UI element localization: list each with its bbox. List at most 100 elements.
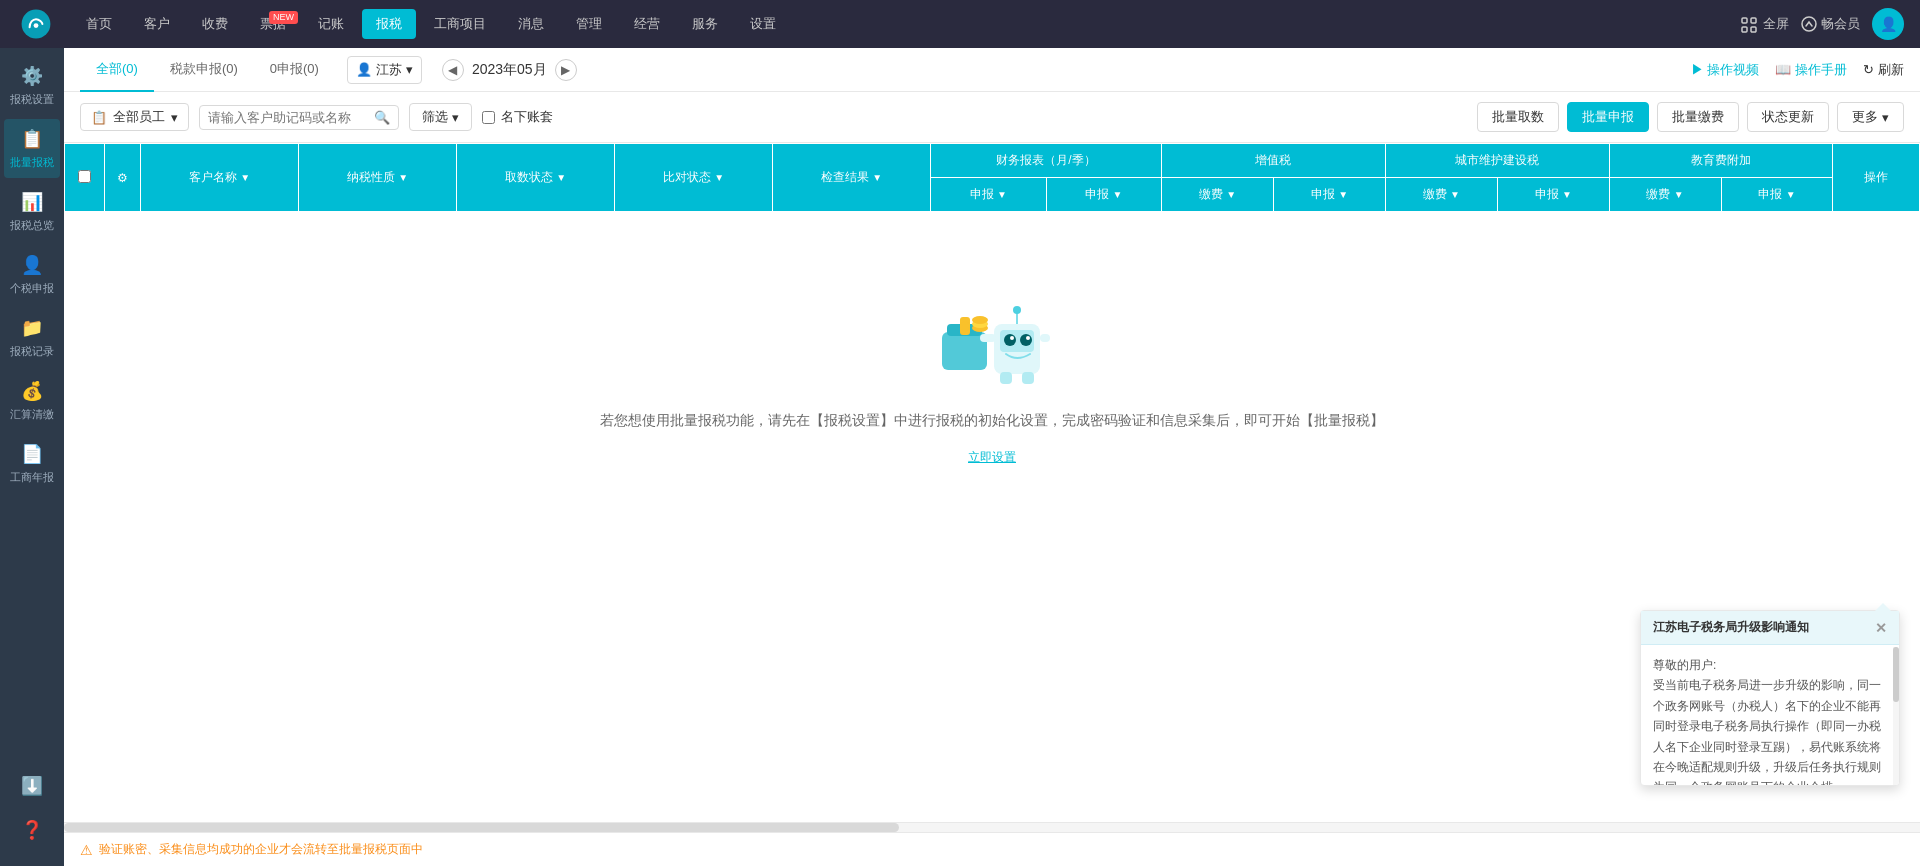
sidebar-item-batch-tax[interactable]: 📋 批量报税 (4, 119, 60, 178)
operation-video-link[interactable]: ▶ 操作视频 (1691, 61, 1760, 79)
svg-point-18 (1010, 336, 1014, 340)
nav-management[interactable]: 管理 (562, 9, 616, 39)
empty-state: 若您想使用批量报税功能，请先在【报税设置】中进行报税的初始化设置，完成密码验证和… (65, 212, 1920, 526)
sidebar-item-annual-report[interactable]: 📄 工商年报 (4, 434, 60, 493)
nav-settings[interactable]: 设置 (736, 9, 790, 39)
th-urban-tax[interactable]: 申报 ▼ (1497, 178, 1609, 212)
tab-all[interactable]: 全部(0) (80, 48, 154, 92)
svg-point-16 (1004, 334, 1016, 346)
operation-manual-link[interactable]: 📖 操作手册 (1775, 61, 1847, 79)
employee-selector[interactable]: 📋 全部员工 ▾ (80, 103, 189, 131)
nav-billing[interactable]: 收费 (188, 9, 242, 39)
sidebar-bottom: ⬇️ ❓ (4, 766, 60, 866)
th-checkbox[interactable] (65, 144, 105, 212)
sidebar-item-tax-records[interactable]: 📁 报税记录 (4, 308, 60, 367)
month-navigation: ◀ 2023年05月 ▶ (442, 59, 577, 81)
empty-state-text: 若您想使用批量报税功能，请先在【报税设置】中进行报税的初始化设置，完成密码验证和… (600, 408, 1384, 433)
th-vat-sub[interactable]: 缴费 ▼ (1162, 178, 1274, 212)
th-financial-report: 财务报表（月/季） (930, 144, 1161, 178)
nav-tax[interactable]: 报税 (362, 9, 416, 39)
province-icon: 👤 (356, 62, 372, 77)
user-avatar[interactable]: 👤 (1872, 8, 1904, 40)
nav-customer[interactable]: 客户 (130, 9, 184, 39)
svg-point-19 (1026, 336, 1030, 340)
nav-home[interactable]: 首页 (72, 9, 126, 39)
sidebar-item-download[interactable]: ⬇️ (4, 766, 60, 806)
svg-rect-24 (1000, 372, 1012, 384)
th-check-result[interactable]: 检查结果 ▼ (772, 144, 930, 212)
account-checkbox-label[interactable]: 名下账套 (482, 108, 553, 126)
setup-link[interactable]: 立即设置 (968, 449, 1016, 466)
th-taxpayer-type[interactable]: 纳税性质 ▼ (298, 144, 456, 212)
fullscreen-btn[interactable]: 全屏 (1741, 15, 1789, 33)
th-vat-tax[interactable]: 申报 ▼ (1273, 178, 1385, 212)
svg-rect-25 (1022, 372, 1034, 384)
nav-business[interactable]: 工商项目 (420, 9, 500, 39)
next-month-button[interactable]: ▶ (555, 59, 577, 81)
province-selector[interactable]: 👤 江苏 ▾ (347, 56, 422, 84)
horizontal-scrollbar[interactable] (64, 822, 1920, 832)
batch-submit-button[interactable]: 批量申报 (1567, 102, 1649, 132)
sidebar-item-personal-tax[interactable]: 👤 个税申报 (4, 245, 60, 304)
filter-icon: ▼ (1450, 189, 1460, 200)
notification-title: 江苏电子税务局升级影响通知 (1653, 619, 1809, 636)
nav-service[interactable]: 服务 (678, 9, 732, 39)
nav-accounting[interactable]: 记账 (304, 9, 358, 39)
nav-right: 全屏 畅会员 👤 (1741, 8, 1904, 40)
sidebar-item-help[interactable]: ❓ (4, 810, 60, 850)
tabs-actions: ▶ 操作视频 📖 操作手册 ↻ 刷新 (1691, 61, 1904, 79)
tab-zero-return[interactable]: 0申报(0) (254, 48, 335, 92)
tab-tax-return[interactable]: 税款申报(0) (154, 48, 254, 92)
settlement-icon: 💰 (20, 379, 44, 403)
svg-rect-3 (1751, 18, 1756, 23)
status-update-button[interactable]: 状态更新 (1747, 102, 1829, 132)
th-fin-report-sub[interactable]: 申报 ▼ (930, 178, 1046, 212)
nav-operation[interactable]: 经营 (620, 9, 674, 39)
member-btn[interactable]: 畅会员 (1801, 15, 1860, 33)
notification-body[interactable]: 尊敬的用户: 受当前电子税务局进一步升级的影响，同一个政务网账号（办税人）名下的… (1641, 645, 1899, 785)
sidebar-item-settlement[interactable]: 💰 汇算清缴 (4, 371, 60, 430)
filter-icon: ▼ (556, 172, 566, 183)
popup-scroll-thumb[interactable] (1893, 647, 1899, 702)
batch-pay-button[interactable]: 批量缴费 (1657, 102, 1739, 132)
search-icon[interactable]: 🔍 (374, 110, 390, 125)
th-edu-tax[interactable]: 申报 ▼ (1721, 178, 1833, 212)
svg-point-21 (1013, 306, 1021, 314)
refresh-button[interactable]: ↻ 刷新 (1863, 61, 1904, 79)
svg-point-10 (960, 321, 970, 331)
filter-icon: ▼ (872, 172, 882, 183)
th-urban-construction: 城市维护建设税 (1385, 144, 1609, 178)
more-button[interactable]: 更多 ▾ (1837, 102, 1904, 132)
toolbar: 📋 全部员工 ▾ 🔍 筛选 ▾ 名下账套 批量取数 批量申报 批量缴费 状态更新 (64, 92, 1920, 143)
tax-records-icon: 📁 (20, 316, 44, 340)
nav-message[interactable]: 消息 (504, 9, 558, 39)
th-urban-sub[interactable]: 缴费 ▼ (1385, 178, 1497, 212)
filter-button[interactable]: 筛选 ▾ (409, 103, 472, 131)
sidebar-item-tax-settings[interactable]: ⚙️ 报税设置 (4, 56, 60, 115)
th-fin-report-tax[interactable]: 申报 ▼ (1046, 178, 1162, 212)
search-box: 🔍 (199, 105, 399, 130)
scrollbar-thumb[interactable] (64, 823, 899, 832)
th-fetch-status[interactable]: 取数状态 ▼ (456, 144, 614, 212)
sidebar-item-tax-summary[interactable]: 📊 报税总览 (4, 182, 60, 241)
batch-fetch-button[interactable]: 批量取数 (1477, 102, 1559, 132)
svg-rect-2 (1742, 18, 1747, 23)
prev-month-button[interactable]: ◀ (442, 59, 464, 81)
manual-icon: 📖 (1775, 62, 1791, 77)
notification-close-button[interactable]: ✕ (1875, 620, 1887, 636)
select-all-checkbox[interactable] (78, 170, 91, 183)
th-edu-sub[interactable]: 缴费 ▼ (1609, 178, 1721, 212)
app-logo[interactable] (16, 4, 56, 44)
notification-text: 尊敬的用户: 受当前电子税务局进一步升级的影响，同一个政务网账号（办税人）名下的… (1653, 655, 1887, 785)
th-compare-status[interactable]: 比对状态 ▼ (614, 144, 772, 212)
nav-invoice[interactable]: 票据 NEW (246, 9, 300, 39)
account-checkbox[interactable] (482, 111, 495, 124)
svg-rect-4 (1742, 27, 1747, 32)
filter-icon: ▼ (1226, 189, 1236, 200)
search-input[interactable] (208, 110, 368, 125)
filter-icon: ▼ (1113, 189, 1123, 200)
th-client-name[interactable]: 客户名称 ▼ (141, 144, 299, 212)
th-settings[interactable]: ⚙ (105, 144, 141, 212)
th-vat: 增值税 (1162, 144, 1386, 178)
popup-scrollbar[interactable] (1893, 647, 1899, 785)
